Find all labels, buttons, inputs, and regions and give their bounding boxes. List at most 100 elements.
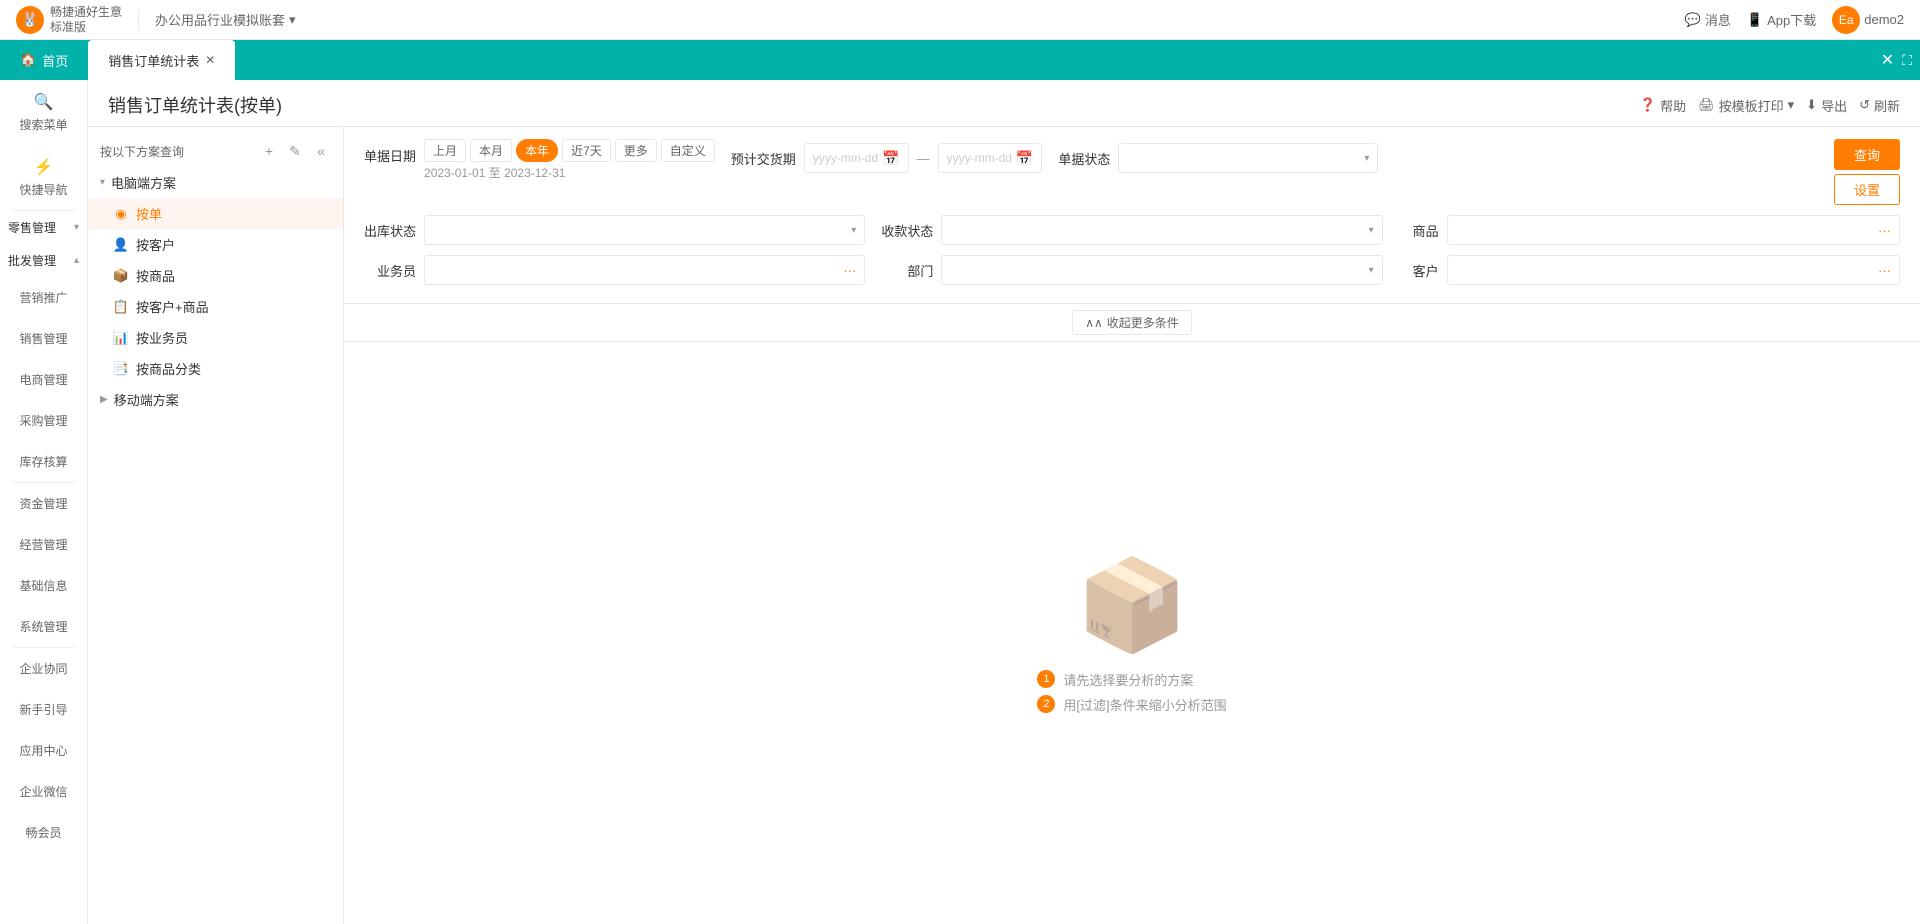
- tree-item-by-category[interactable]: 📑 按商品分类: [88, 353, 343, 384]
- empty-hints: 1 请先选择要分析的方案 2 用[过滤]条件来缩小分析范围: [1037, 670, 1226, 714]
- sidebar-item-corp-wechat[interactable]: 企业微信: [0, 771, 87, 812]
- sidebar-item-app-center[interactable]: 应用中心: [0, 730, 87, 771]
- sidebar-quick-nav[interactable]: ⚡ 快捷导航: [0, 145, 87, 210]
- collapse-bar: ∧∧ 收起更多条件: [344, 304, 1920, 342]
- right-panel: 单据日期 上月 本月 本年 近7天 更多 自定义 20: [344, 127, 1920, 924]
- tab-sales-order-stats[interactable]: 销售订单统计表 ✕: [88, 40, 235, 80]
- expected-delivery-end-input[interactable]: yyyy-mm-dd 📅: [938, 143, 1043, 173]
- product-input[interactable]: ···: [1447, 215, 1900, 245]
- department-label: 部门: [881, 261, 933, 280]
- tree-expand-icon: ▾: [100, 177, 105, 188]
- tab-bar: 🏠 首页 销售订单统计表 ✕ ✕ ⛶: [0, 40, 1920, 80]
- export-icon: ⬇: [1806, 97, 1817, 113]
- order-status-label: 单据状态: [1058, 149, 1110, 168]
- message-button[interactable]: 💬 消息: [1685, 10, 1731, 29]
- salesperson-scheme-icon: 📊: [112, 329, 130, 347]
- date-range-hint: 2023-01-01 至 2023-12-31: [424, 164, 715, 181]
- left-panel-header: 按以下方案查询 + ✎ «: [88, 135, 343, 167]
- top-bar-left: 🐰 畅捷通好生意 标准版 办公用品行业模拟账套 ▾: [16, 5, 296, 34]
- collapse-filters-button[interactable]: ∧∧ 收起更多条件: [1072, 310, 1192, 335]
- tree-parent-desktop[interactable]: ▾ 电脑端方案: [88, 167, 343, 198]
- salesperson-input[interactable]: ···: [424, 255, 865, 285]
- refresh-icon: ↺: [1859, 97, 1870, 113]
- page-title: 销售订单统计表(按单): [108, 92, 282, 118]
- settings-button[interactable]: 设置: [1834, 174, 1900, 205]
- sidebar-item-purchase[interactable]: 采购管理: [0, 400, 87, 441]
- cust-prod-scheme-icon: 📋: [112, 298, 130, 316]
- logo-area: 🐰 畅捷通好生意 标准版: [16, 5, 122, 34]
- message-icon: 💬: [1685, 12, 1701, 28]
- customer-input[interactable]: ···: [1447, 255, 1900, 285]
- last7days-btn[interactable]: 近7天: [562, 139, 611, 162]
- help-button[interactable]: ❓ 帮助: [1640, 96, 1686, 115]
- sidebar-item-marketing[interactable]: 营销推广: [0, 277, 87, 318]
- app-download-button[interactable]: 📱 App下载: [1747, 10, 1816, 29]
- sidebar-item-retail[interactable]: 零售管理 ▾: [0, 211, 87, 244]
- order-scheme-icon: ◉: [112, 205, 130, 223]
- product-more-icon[interactable]: ···: [1878, 223, 1891, 238]
- tree-item-by-customer-product[interactable]: 📋 按客户+商品: [88, 291, 343, 322]
- sidebar-item-enterprise[interactable]: 企业协同: [0, 648, 87, 689]
- custom-date-btn[interactable]: 自定义: [661, 139, 715, 162]
- this-year-btn[interactable]: 本年: [516, 139, 558, 162]
- chevron-icon: ▴: [74, 255, 79, 266]
- tab-home[interactable]: 🏠 首页: [0, 40, 88, 80]
- sidebar-search-menu[interactable]: 🔍 搜索菜单: [0, 80, 87, 145]
- sidebar-item-member[interactable]: 畅会员: [0, 812, 87, 853]
- this-month-btn[interactable]: 本月: [470, 139, 512, 162]
- refresh-button[interactable]: ↺ 刷新: [1859, 96, 1900, 115]
- collapse-panel-icon[interactable]: «: [311, 141, 331, 161]
- sidebar-item-system[interactable]: 系统管理: [0, 606, 87, 647]
- tree-item-by-order[interactable]: ◉ 按单: [88, 198, 343, 229]
- template-print-button[interactable]: 🖨 按模板打印 ▾: [1698, 96, 1794, 115]
- tree-collapse-icon: ▶: [100, 394, 108, 405]
- tree-parent-mobile[interactable]: ▶ 移动端方案: [88, 384, 343, 415]
- empty-state: 📦 1 请先选择要分析的方案 2 用[过滤]条件来缩小分析范围: [344, 342, 1920, 924]
- sidebar-item-finance[interactable]: 资金管理: [0, 483, 87, 524]
- page-header-actions: ❓ 帮助 🖨 按模板打印 ▾ ⬇ 导出 ↺ 刷新: [1640, 96, 1900, 115]
- payment-status-select[interactable]: ▾: [941, 215, 1382, 245]
- edit-scheme-icon[interactable]: ✎: [285, 141, 305, 161]
- sidebar-item-operations[interactable]: 经营管理: [0, 524, 87, 565]
- shipment-status-select[interactable]: ▾: [424, 215, 865, 245]
- filter-section: 单据日期 上月 本月 本年 近7天 更多 自定义 20: [344, 127, 1920, 304]
- sidebar: 🔍 搜索菜单 ⚡ 快捷导航 零售管理 ▾ 批发管理 ▴ 营销推广 销售管理 电商…: [0, 80, 88, 924]
- left-panel-icons: + ✎ «: [259, 141, 331, 161]
- more-date-btn[interactable]: 更多: [615, 139, 657, 162]
- print-icon: 🖨: [1698, 97, 1715, 113]
- customer-scheme-icon: 👤: [112, 236, 130, 254]
- salesperson-more-icon[interactable]: ···: [843, 263, 856, 278]
- content-area: 销售订单统计表(按单) ❓ 帮助 🖨 按模板打印 ▾ ⬇ 导出 ↺ 刷新: [88, 80, 1920, 924]
- top-bar: 🐰 畅捷通好生意 标准版 办公用品行业模拟账套 ▾ 💬 消息 📱 App下载 E…: [0, 0, 1920, 40]
- avatar: Ea: [1832, 6, 1860, 34]
- sidebar-item-wholesale[interactable]: 批发管理 ▴: [0, 244, 87, 277]
- tree-item-by-customer[interactable]: 👤 按客户: [88, 229, 343, 260]
- product-label: 商品: [1399, 221, 1439, 240]
- sidebar-item-base[interactable]: 基础信息: [0, 565, 87, 606]
- tree-item-by-salesperson[interactable]: 📊 按业务员: [88, 322, 343, 353]
- user-profile[interactable]: Ea demo2: [1832, 6, 1904, 34]
- export-button[interactable]: ⬇ 导出: [1806, 96, 1847, 115]
- date-range-separator: —: [917, 151, 930, 166]
- tab-close-window[interactable]: ✕: [1881, 50, 1894, 70]
- app-selector[interactable]: 办公用品行业模拟账套 ▾: [155, 10, 296, 29]
- tab-maximize[interactable]: ⛶: [1902, 52, 1912, 69]
- shipment-chevron: ▾: [851, 225, 856, 236]
- order-status-select[interactable]: ▾: [1118, 143, 1378, 173]
- last-month-btn[interactable]: 上月: [424, 139, 466, 162]
- customer-more-icon[interactable]: ···: [1878, 263, 1891, 278]
- sidebar-item-newbie[interactable]: 新手引导: [0, 689, 87, 730]
- sidebar-item-ecommerce[interactable]: 电商管理: [0, 359, 87, 400]
- sidebar-item-inventory[interactable]: 库存核算: [0, 441, 87, 482]
- query-button[interactable]: 查询: [1834, 139, 1900, 170]
- department-select[interactable]: ▾: [941, 255, 1382, 285]
- add-scheme-icon[interactable]: +: [259, 141, 279, 161]
- top-bar-right: 💬 消息 📱 App下载 Ea demo2: [1685, 6, 1904, 34]
- tree-item-by-product[interactable]: 📦 按商品: [88, 260, 343, 291]
- product-scheme-icon: 📦: [112, 267, 130, 285]
- logo-icon: 🐰: [16, 6, 44, 34]
- expected-delivery-start-input[interactable]: yyyy-mm-dd 📅: [804, 143, 909, 173]
- sidebar-item-sales[interactable]: 销售管理: [0, 318, 87, 359]
- tab-close-icon[interactable]: ✕: [205, 53, 215, 67]
- shipment-status-label: 出库状态: [364, 221, 416, 240]
